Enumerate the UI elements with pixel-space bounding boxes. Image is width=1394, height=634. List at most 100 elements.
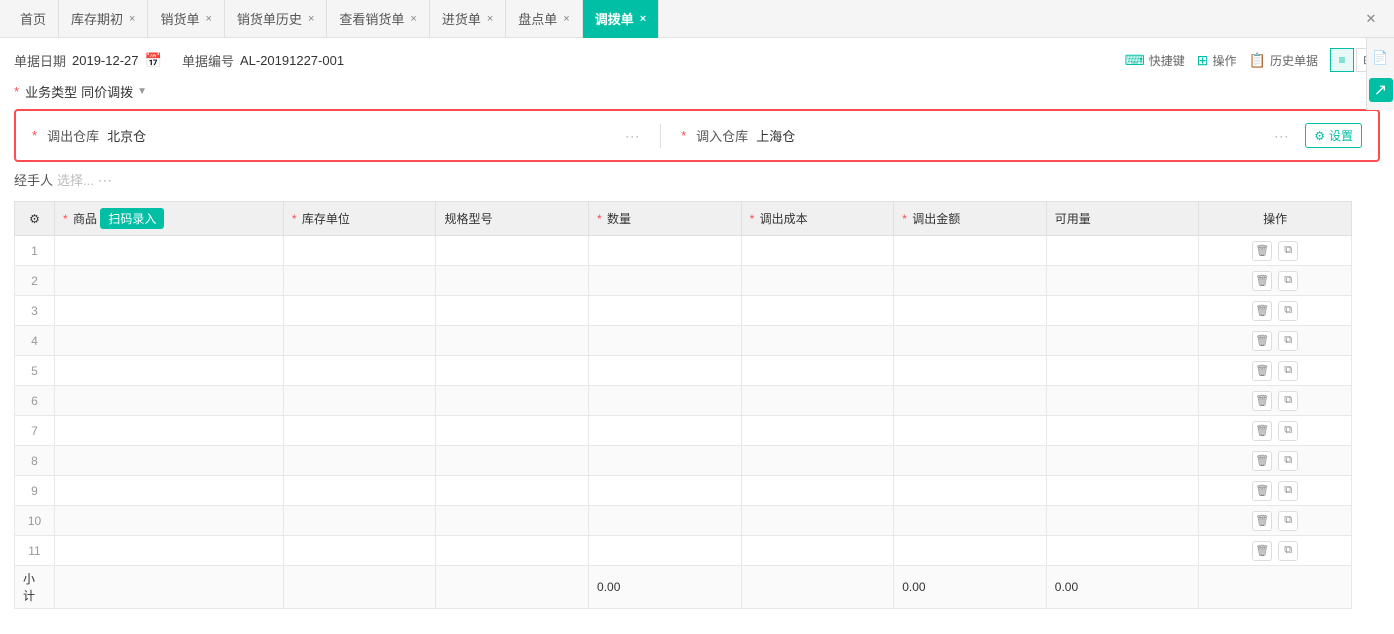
- close-all-tabs-button[interactable]: ✕: [1356, 4, 1386, 34]
- cell-available[interactable]: [1046, 536, 1199, 566]
- cell-unit[interactable]: [283, 296, 436, 326]
- tab-view-sales[interactable]: 查看销货单 ×: [327, 0, 429, 38]
- cell-product[interactable]: [55, 536, 284, 566]
- history-btn[interactable]: 📋 历史单据: [1249, 52, 1318, 69]
- cell-qty[interactable]: [589, 266, 742, 296]
- cell-amount[interactable]: [894, 326, 1047, 356]
- cell-amount[interactable]: [894, 446, 1047, 476]
- copy-row-button[interactable]: ⧉: [1278, 421, 1298, 441]
- cell-spec[interactable]: [436, 236, 589, 266]
- copy-row-button[interactable]: ⧉: [1278, 451, 1298, 471]
- delete-row-button[interactable]: 🗑: [1252, 511, 1272, 531]
- cell-unit[interactable]: [283, 266, 436, 296]
- cell-spec[interactable]: [436, 356, 589, 386]
- copy-row-button[interactable]: ⧉: [1278, 511, 1298, 531]
- cell-qty[interactable]: [589, 506, 742, 536]
- tab-close-inventory-init[interactable]: ×: [129, 13, 135, 25]
- copy-row-button[interactable]: ⧉: [1278, 301, 1298, 321]
- cell-cost[interactable]: [741, 506, 894, 536]
- cell-product[interactable]: [55, 506, 284, 536]
- cell-available[interactable]: [1046, 506, 1199, 536]
- cell-unit[interactable]: [283, 386, 436, 416]
- copy-row-button[interactable]: ⧉: [1278, 391, 1298, 411]
- cell-available[interactable]: [1046, 386, 1199, 416]
- cell-amount[interactable]: [894, 386, 1047, 416]
- delete-row-button[interactable]: 🗑: [1252, 391, 1272, 411]
- cell-qty[interactable]: [589, 296, 742, 326]
- cell-qty[interactable]: [589, 356, 742, 386]
- cell-unit[interactable]: [283, 416, 436, 446]
- cell-product[interactable]: [55, 476, 284, 506]
- settings-button[interactable]: ⚙ 设置: [1305, 123, 1362, 148]
- copy-row-button[interactable]: ⧉: [1278, 481, 1298, 501]
- cell-product[interactable]: [55, 356, 284, 386]
- cell-spec[interactable]: [436, 266, 589, 296]
- handler-select[interactable]: 选择...: [57, 170, 94, 189]
- cell-spec[interactable]: [436, 446, 589, 476]
- cell-cost[interactable]: [741, 326, 894, 356]
- cell-cost[interactable]: [741, 266, 894, 296]
- wh-in-more-btn[interactable]: ···: [1274, 129, 1289, 143]
- cell-available[interactable]: [1046, 266, 1199, 296]
- cell-qty[interactable]: [589, 536, 742, 566]
- cell-amount[interactable]: [894, 536, 1047, 566]
- cell-unit[interactable]: [283, 236, 436, 266]
- tab-purchase[interactable]: 进货单 ×: [430, 0, 506, 38]
- cell-qty[interactable]: [589, 476, 742, 506]
- cell-qty[interactable]: [589, 326, 742, 356]
- tab-close-transfer[interactable]: ×: [640, 13, 646, 25]
- cell-cost[interactable]: [741, 536, 894, 566]
- tab-inventory-init[interactable]: 库存期初 ×: [59, 0, 148, 38]
- cell-qty[interactable]: [589, 236, 742, 266]
- copy-row-button[interactable]: ⧉: [1278, 541, 1298, 561]
- cell-available[interactable]: [1046, 446, 1199, 476]
- cell-product[interactable]: [55, 266, 284, 296]
- calendar-icon[interactable]: 📅: [145, 52, 162, 69]
- tab-sales-order[interactable]: 销货单 ×: [148, 0, 224, 38]
- cell-product[interactable]: [55, 236, 284, 266]
- handler-more-btn[interactable]: ···: [98, 173, 113, 187]
- cell-unit[interactable]: [283, 536, 436, 566]
- cell-unit[interactable]: [283, 356, 436, 386]
- cell-spec[interactable]: [436, 506, 589, 536]
- cell-qty[interactable]: [589, 446, 742, 476]
- cell-cost[interactable]: [741, 356, 894, 386]
- cell-product[interactable]: [55, 416, 284, 446]
- tab-close-purchase[interactable]: ×: [487, 13, 493, 25]
- wh-in-value[interactable]: 上海仓: [756, 126, 795, 145]
- tab-close-sales-order[interactable]: ×: [205, 13, 211, 25]
- cell-spec[interactable]: [436, 326, 589, 356]
- cell-product[interactable]: [55, 386, 284, 416]
- cell-spec[interactable]: [436, 296, 589, 326]
- delete-row-button[interactable]: 🗑: [1252, 271, 1272, 291]
- wh-out-value[interactable]: 北京仓: [107, 126, 146, 145]
- layout-list-btn[interactable]: ≡: [1330, 48, 1354, 72]
- operations-btn[interactable]: ⊞ 操作: [1197, 52, 1237, 69]
- business-type-dropdown[interactable]: ▼: [137, 86, 147, 97]
- cell-cost[interactable]: [741, 386, 894, 416]
- delete-row-button[interactable]: 🗑: [1252, 451, 1272, 471]
- cell-spec[interactable]: [436, 476, 589, 506]
- cell-unit[interactable]: [283, 326, 436, 356]
- cell-amount[interactable]: [894, 416, 1047, 446]
- cell-amount[interactable]: [894, 476, 1047, 506]
- copy-row-button[interactable]: ⧉: [1278, 331, 1298, 351]
- scan-entry-button[interactable]: 扫码录入: [100, 208, 164, 229]
- delete-row-button[interactable]: 🗑: [1252, 481, 1272, 501]
- cell-amount[interactable]: [894, 236, 1047, 266]
- cell-cost[interactable]: [741, 236, 894, 266]
- cell-available[interactable]: [1046, 236, 1199, 266]
- sidebar-expand-icon[interactable]: ↗: [1369, 78, 1393, 102]
- delete-row-button[interactable]: 🗑: [1252, 241, 1272, 261]
- shortcuts-btn[interactable]: ⌨ 快捷键: [1125, 52, 1185, 69]
- cell-unit[interactable]: [283, 476, 436, 506]
- cell-available[interactable]: [1046, 296, 1199, 326]
- cell-cost[interactable]: [741, 476, 894, 506]
- cell-available[interactable]: [1046, 356, 1199, 386]
- cell-spec[interactable]: [436, 386, 589, 416]
- tab-close-stocktake[interactable]: ×: [563, 13, 569, 25]
- tab-transfer[interactable]: 调拨单 ×: [583, 0, 659, 38]
- cell-qty[interactable]: [589, 386, 742, 416]
- delete-row-button[interactable]: 🗑: [1252, 331, 1272, 351]
- cell-available[interactable]: [1046, 326, 1199, 356]
